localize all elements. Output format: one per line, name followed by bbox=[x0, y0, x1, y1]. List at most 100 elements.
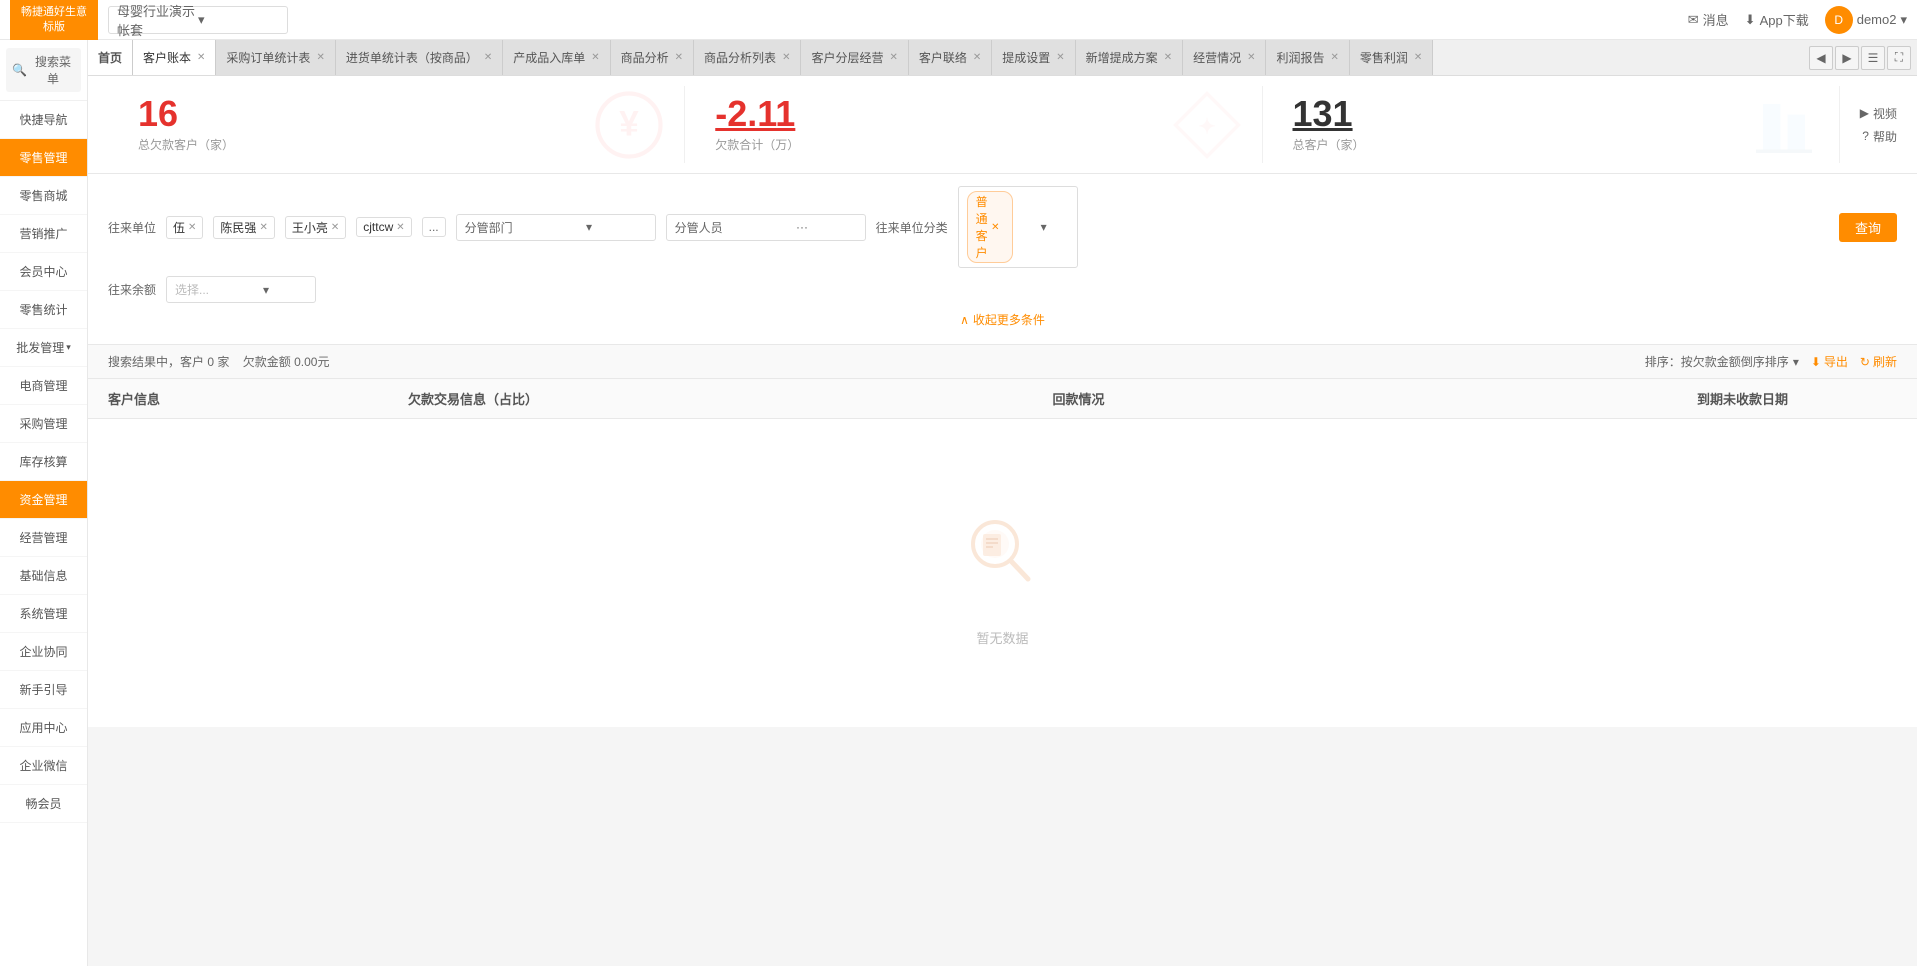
sort-selector[interactable]: 排序：按欠款金额倒序排序 ▾ bbox=[1645, 353, 1799, 370]
sidebar-item-basics[interactable]: 基础信息 bbox=[0, 557, 87, 595]
category-tag[interactable]: 普通客户 ✕ bbox=[967, 191, 1013, 263]
query-button[interactable]: 查询 bbox=[1839, 213, 1897, 242]
tab-purchase-stat[interactable]: 采购订单统计表 ✕ bbox=[216, 40, 335, 76]
sidebar-item-purchase[interactable]: 采购管理 bbox=[0, 405, 87, 443]
tab-bar-actions: ◀ ▶ ☰ ⛶ bbox=[1809, 46, 1917, 70]
tab-promotion-settings[interactable]: 提成设置 ✕ bbox=[992, 40, 1075, 76]
sidebar-item-inventory[interactable]: 库存核算 bbox=[0, 443, 87, 481]
refresh-button[interactable]: ↻ 刷新 bbox=[1860, 353, 1897, 370]
dept-selector[interactable]: 分管部门 ▾ bbox=[456, 214, 656, 241]
help-button[interactable]: ? 帮助 bbox=[1862, 128, 1897, 145]
close-icon[interactable]: ✕ bbox=[259, 222, 267, 233]
tab-customer-contact[interactable]: 客户联络 ✕ bbox=[909, 40, 992, 76]
sidebar-item-wechat[interactable]: 企业微信 bbox=[0, 747, 87, 785]
sidebar-item-operations[interactable]: 经营管理 bbox=[0, 519, 87, 557]
export-button[interactable]: ⬇ 导出 bbox=[1811, 353, 1848, 370]
chevron-down-icon: ▾ bbox=[1041, 220, 1069, 234]
tab-retail-profit[interactable]: 零售利润 ✕ bbox=[1350, 40, 1433, 76]
close-icon[interactable]: ✕ bbox=[188, 222, 196, 233]
summary-card-customers: ¥ 16 总欠款客户（家） bbox=[108, 86, 685, 163]
refresh-icon: ↻ bbox=[1860, 355, 1870, 369]
col-header-date: 到期未收款日期 bbox=[1697, 389, 1897, 408]
sidebar-item-zero-retail[interactable]: 零售管理 bbox=[0, 139, 87, 177]
message-button[interactable]: ✉ 消息 bbox=[1688, 10, 1729, 29]
app-download-button[interactable]: ⬇ App下载 bbox=[1745, 10, 1809, 29]
store-selector[interactable]: 母婴行业演示帐套 ▾ bbox=[108, 6, 288, 34]
balance-label: 往来余额 bbox=[108, 281, 156, 298]
sidebar-item-app-center[interactable]: 应用中心 bbox=[0, 709, 87, 747]
filter-tag-chen[interactable]: 陈民强 ✕ bbox=[213, 216, 274, 239]
sidebar-item-capital[interactable]: 资金管理 bbox=[0, 481, 87, 519]
diamond-bg-icon: ✦ bbox=[1172, 90, 1242, 160]
tab-close-icon[interactable]: ✕ bbox=[675, 52, 683, 63]
avatar: D bbox=[1825, 6, 1853, 34]
main-layout: 🔍 搜索菜单 快捷导航 零售管理 零售商城 营销推广 会员中心 零售统计 批发管… bbox=[0, 40, 1917, 966]
yuan-bg-icon: ¥ bbox=[594, 90, 664, 160]
filter-more-button[interactable]: ... bbox=[422, 217, 446, 237]
sidebar-item-wholesale[interactable]: 批发管理 ▾ bbox=[0, 329, 87, 367]
close-icon[interactable]: ✕ bbox=[331, 222, 339, 233]
filter-tag-wang[interactable]: 王小亮 ✕ bbox=[285, 216, 346, 239]
tab-close-icon[interactable]: ✕ bbox=[591, 52, 599, 63]
tab-close-icon[interactable]: ✕ bbox=[197, 52, 205, 63]
sidebar-item-ecommerce[interactable]: 电商管理 bbox=[0, 367, 87, 405]
balance-selector[interactable]: 选择... ▾ bbox=[166, 276, 316, 303]
tab-customer-tier[interactable]: 客户分层经营 ✕ bbox=[801, 40, 908, 76]
video-button[interactable]: ▶ 视频 bbox=[1860, 105, 1897, 122]
tab-close-icon[interactable]: ✕ bbox=[484, 52, 492, 63]
close-icon[interactable]: ✕ bbox=[991, 222, 1004, 233]
sidebar-item-quick-nav[interactable]: 快捷导航 bbox=[0, 101, 87, 139]
tab-close-icon[interactable]: ✕ bbox=[316, 52, 324, 63]
tab-goods-analysis-list[interactable]: 商品分析列表 ✕ bbox=[694, 40, 801, 76]
user-menu[interactable]: D demo2 ▾ bbox=[1825, 6, 1907, 34]
tab-prev-button[interactable]: ◀ bbox=[1809, 46, 1833, 70]
tab-close-icon[interactable]: ✕ bbox=[1331, 52, 1339, 63]
tab-profit-report[interactable]: 利润报告 ✕ bbox=[1266, 40, 1349, 76]
content-area: ¥ 16 总欠款客户（家） ✦ -2.11 欠款合计（万） bbox=[88, 76, 1917, 966]
summary-label-total: 总客户（家） bbox=[1293, 136, 1365, 153]
sidebar-item-newcomer[interactable]: 新手引导 bbox=[0, 671, 87, 709]
sidebar-item-member[interactable]: 会员中心 bbox=[0, 253, 87, 291]
tab-bar: 首页 客户账本 ✕ 采购订单统计表 ✕ 进货单统计表（按商品） ✕ 产成品入库单… bbox=[88, 40, 1917, 76]
tab-customer-balance[interactable]: 客户账本 ✕ bbox=[133, 40, 216, 76]
tab-close-icon[interactable]: ✕ bbox=[782, 52, 790, 63]
sort-label: 排序：按欠款金额倒序排序 bbox=[1645, 353, 1789, 370]
tab-next-button[interactable]: ▶ bbox=[1835, 46, 1859, 70]
logo-text: 畅捷通好生意 标版 bbox=[21, 5, 87, 34]
table-area: 客户信息 欠款交易信息（占比） 回款情况 到期未收款日期 bbox=[88, 379, 1917, 727]
sidebar-item-member2[interactable]: 畅会员 bbox=[0, 785, 87, 823]
svg-text:✦: ✦ bbox=[1198, 115, 1216, 138]
sidebar-item-system[interactable]: 系统管理 bbox=[0, 595, 87, 633]
right-panel: 首页 客户账本 ✕ 采购订单统计表 ✕ 进货单统计表（按商品） ✕ 产成品入库单… bbox=[88, 40, 1917, 966]
person-selector[interactable]: 分管人员 ··· bbox=[666, 214, 866, 241]
tab-production[interactable]: 产成品入库单 ✕ bbox=[503, 40, 610, 76]
video-icon: ▶ bbox=[1860, 106, 1869, 120]
tab-add-promotion[interactable]: 新增提成方案 ✕ bbox=[1076, 40, 1183, 76]
tab-maximize-button[interactable]: ⛶ bbox=[1887, 46, 1911, 70]
collapse-button[interactable]: ∧ 收起更多条件 bbox=[108, 311, 1897, 328]
search-menu-button[interactable]: 🔍 搜索菜单 bbox=[6, 48, 81, 92]
tab-close-icon[interactable]: ✕ bbox=[1056, 52, 1064, 63]
tab-close-icon[interactable]: ✕ bbox=[973, 52, 981, 63]
tab-menu-button[interactable]: ☰ bbox=[1861, 46, 1885, 70]
tab-close-icon[interactable]: ✕ bbox=[1414, 52, 1422, 63]
filter-tag-cjttcw[interactable]: cjttcw ✕ bbox=[356, 217, 411, 237]
tab-goods-analysis[interactable]: 商品分析 ✕ bbox=[611, 40, 694, 76]
unit-label: 往来单位 bbox=[108, 219, 156, 236]
tab-close-icon[interactable]: ✕ bbox=[889, 52, 897, 63]
empty-state: 暂无数据 bbox=[88, 419, 1917, 727]
sidebar-item-zero-mall[interactable]: 零售商城 bbox=[0, 177, 87, 215]
tab-home[interactable]: 首页 bbox=[88, 40, 133, 76]
close-icon[interactable]: ✕ bbox=[396, 222, 404, 233]
sidebar-item-enterprise[interactable]: 企业协同 bbox=[0, 633, 87, 671]
sidebar-item-zero-stat[interactable]: 零售统计 bbox=[0, 291, 87, 329]
arrow-icon: ▾ bbox=[66, 342, 71, 353]
sidebar-item-marketing[interactable]: 营销推广 bbox=[0, 215, 87, 253]
tab-close-icon[interactable]: ✕ bbox=[1247, 52, 1255, 63]
category-selector[interactable]: 普通客户 ✕ ▾ bbox=[958, 186, 1078, 268]
tab-close-icon[interactable]: ✕ bbox=[1164, 52, 1172, 63]
tab-inbound-stat[interactable]: 进货单统计表（按商品） ✕ bbox=[336, 40, 503, 76]
result-bar: 搜索结果中，客户 0 家 欠款金额 0.00元 排序：按欠款金额倒序排序 ▾ ⬇… bbox=[88, 345, 1917, 379]
filter-tag-wu[interactable]: 伍 ✕ bbox=[166, 216, 203, 239]
tab-operations-info[interactable]: 经营情况 ✕ bbox=[1183, 40, 1266, 76]
